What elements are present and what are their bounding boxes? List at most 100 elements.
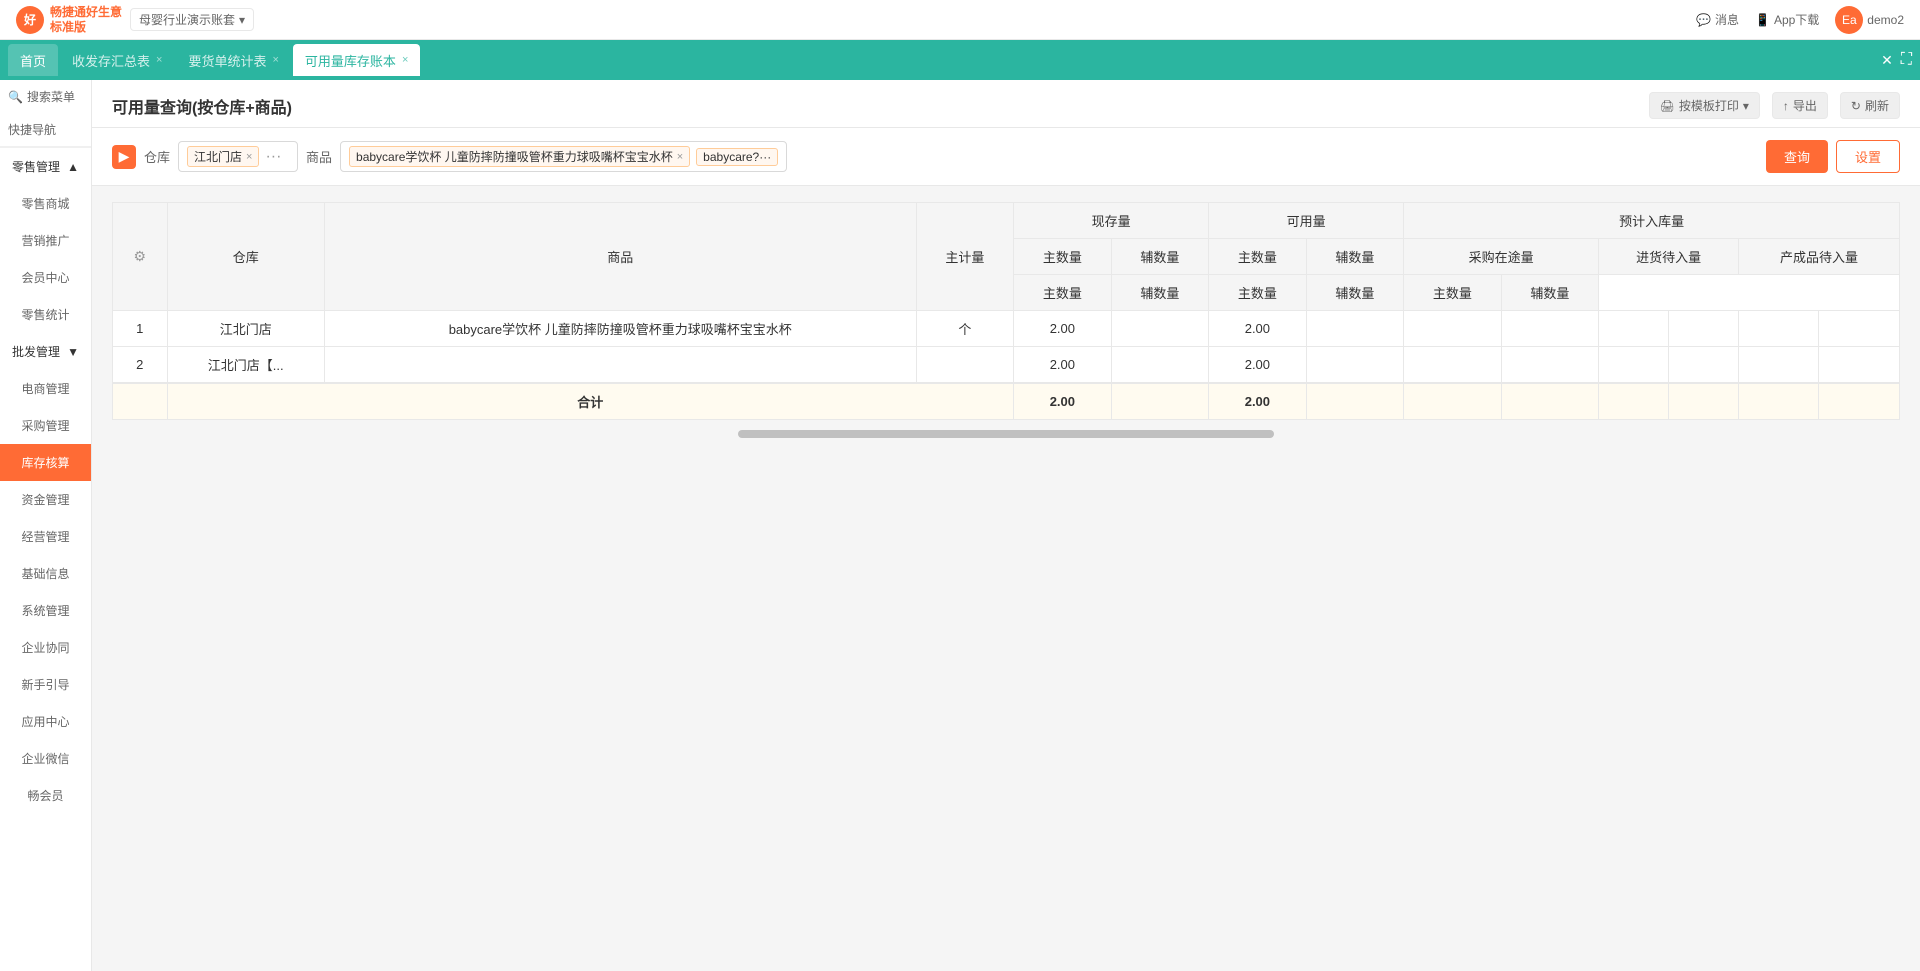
product-label: 商品 — [306, 147, 332, 166]
td-product: babycare学饮杯 儿童防摔防撞吸管杯重力球吸嘴杯宝宝水杯 — [324, 311, 916, 347]
td-avail-main: 2.00 — [1209, 347, 1307, 384]
refresh-button[interactable]: ↻ 刷新 — [1840, 92, 1900, 119]
download-icon: 📱 — [1755, 13, 1770, 27]
table-footer: 合计 2.00 2.00 — [113, 383, 1900, 420]
sidebar-item-ecommerce[interactable]: 电商管理 — [0, 370, 91, 407]
total-inc-main — [1599, 383, 1669, 420]
chevron-down-icon: ▾ — [239, 13, 245, 27]
filter-toggle-button[interactable]: ▶ — [112, 145, 136, 169]
horizontal-scrollbar[interactable] — [112, 428, 1900, 440]
logo-area: 好 畅捷通好生意 标准版 — [16, 5, 122, 34]
message-button[interactable]: 💬 消息 — [1696, 11, 1739, 28]
td-warehouse: 江北门店 — [167, 311, 324, 347]
table-row: 2 江北门店【... 2.00 2.00 — [113, 347, 1900, 384]
tab-close-icon[interactable]: × — [402, 54, 408, 66]
nav-close-all: ✕ ⛶ — [1881, 51, 1912, 69]
remove-warehouse-tag[interactable]: × — [246, 151, 252, 163]
user-profile[interactable]: Ea demo2 — [1835, 6, 1904, 34]
th-avail-main: 主数量 — [1209, 239, 1307, 275]
close-all-icon[interactable]: ✕ — [1881, 52, 1893, 69]
sidebar-item-vip-member[interactable]: 畅会员 — [0, 777, 91, 814]
print-template-button[interactable]: 🖨 按模板打印 ▾ — [1649, 92, 1760, 119]
tab-available-stock[interactable]: 可用量库存账本 × — [293, 44, 420, 76]
th-stock-aux: 辅数量 — [1111, 239, 1209, 275]
total-prod-main — [1738, 383, 1818, 420]
td-warehouse: 江北门店【... — [167, 347, 324, 384]
arrow-icon: ▼ — [67, 345, 79, 359]
sidebar-item-retail-stats[interactable]: 零售统计 — [0, 296, 91, 333]
td-prod-main — [1738, 347, 1818, 384]
sidebar-item-system-mgmt[interactable]: 系统管理 — [0, 592, 91, 629]
tab-collect-pay[interactable]: 收发存汇总表 × — [60, 44, 174, 76]
remove-product-tag1[interactable]: × — [677, 151, 683, 163]
total-pur-main — [1404, 383, 1502, 420]
content-area: 可用量查询(按仓库+商品) 🖨 按模板打印 ▾ ↑ 导出 ↻ 刷新 ▶ — [92, 80, 1920, 971]
query-button[interactable]: 查询 — [1766, 140, 1828, 173]
product-input[interactable]: babycare学饮杯 儿童防摔防撞吸管杯重力球吸嘴杯宝宝水杯 × babyca… — [340, 141, 787, 172]
industry-selector[interactable]: 母婴行业演示账套 ▾ — [130, 8, 254, 31]
td-stock-aux — [1111, 311, 1209, 347]
page-header: 可用量查询(按仓库+商品) 🖨 按模板打印 ▾ ↑ 导出 ↻ 刷新 — [92, 80, 1920, 128]
expand-icon[interactable]: ⛶ — [1901, 51, 1912, 69]
td-inc-main — [1599, 311, 1669, 347]
sidebar-quick-nav[interactable]: 快捷导航 — [0, 113, 91, 146]
sidebar-item-purchase-mgmt[interactable]: 采购管理 — [0, 407, 91, 444]
th-settings[interactable]: ⚙ — [113, 203, 168, 311]
th-pur-main: 主数量 — [1014, 275, 1112, 311]
total-label: 合计 — [167, 383, 1014, 420]
td-prod-main — [1738, 311, 1818, 347]
th-product: 商品 — [324, 203, 916, 311]
table-row: 1 江北门店 babycare学饮杯 儿童防摔防撞吸管杯重力球吸嘴杯宝宝水杯 个… — [113, 311, 1900, 347]
td-avail-aux — [1306, 347, 1404, 384]
td-avail-aux — [1306, 311, 1404, 347]
data-table: ⚙ 仓库 商品 主计量 现存量 可用量 预计入库量 主数量 辅数量 主数量 辅数… — [112, 202, 1900, 420]
th-available-group: 可用量 — [1209, 203, 1404, 239]
total-avail-main: 2.00 — [1209, 383, 1307, 420]
sidebar-item-enterprise[interactable]: 企业协同 — [0, 629, 91, 666]
app-download-button[interactable]: 📱 App下载 — [1755, 11, 1819, 28]
total-stock-aux — [1111, 383, 1209, 420]
more-options-icon[interactable]: ··· — [265, 148, 281, 166]
header-actions: 🖨 按模板打印 ▾ ↑ 导出 ↻ 刷新 — [1649, 92, 1900, 119]
tab-home[interactable]: 首页 — [8, 44, 58, 76]
total-inc-aux — [1669, 383, 1739, 420]
sidebar-item-basic-info[interactable]: 基础信息 — [0, 555, 91, 592]
export-button[interactable]: ↑ 导出 — [1772, 92, 1828, 119]
tab-order-stats[interactable]: 要货单统计表 × — [176, 44, 290, 76]
tab-close-icon[interactable]: × — [272, 54, 278, 66]
top-bar: 好 畅捷通好生意 标准版 母婴行业演示账套 ▾ 💬 消息 📱 App下载 Ea … — [0, 0, 1920, 40]
sidebar-item-retail-shop[interactable]: 零售商城 — [0, 185, 91, 222]
sidebar-item-new-guide[interactable]: 新手引导 — [0, 666, 91, 703]
sidebar-item-inventory[interactable]: 库存核算 — [0, 444, 91, 481]
total-empty — [113, 383, 168, 420]
th-stock-main: 主数量 — [1014, 239, 1112, 275]
sidebar-search[interactable]: 🔍 搜索菜单 — [0, 80, 91, 113]
th-incoming-group: 预计入库量 — [1404, 203, 1900, 239]
tab-close-icon[interactable]: × — [156, 54, 162, 66]
td-product — [324, 347, 916, 384]
settings-icon[interactable]: ⚙ — [133, 248, 146, 264]
td-index: 2 — [113, 347, 168, 384]
top-bar-left: 好 畅捷通好生意 标准版 母婴行业演示账套 ▾ — [16, 5, 254, 34]
sidebar-item-app-center[interactable]: 应用中心 — [0, 703, 91, 740]
sidebar-item-member-center[interactable]: 会员中心 — [0, 259, 91, 296]
sidebar-item-wholesale-mgmt[interactable]: 批发管理 ▼ — [0, 333, 91, 370]
filter-area: ▶ 仓库 江北门店 × ··· 商品 babycare学饮杯 儿童防摔防撞吸管杯… — [92, 128, 1920, 186]
arrow-icon: ▲ — [67, 160, 79, 174]
td-pur-main — [1404, 347, 1502, 384]
export-icon: ↑ — [1783, 99, 1789, 113]
sidebar-item-operations[interactable]: 经营管理 — [0, 518, 91, 555]
sidebar-item-retail-mgmt[interactable]: 零售管理 ▲ — [0, 148, 91, 185]
sidebar-item-enterprise-wechat[interactable]: 企业微信 — [0, 740, 91, 777]
th-production-group: 产成品待入量 — [1738, 239, 1899, 275]
th-avail-aux: 辅数量 — [1306, 239, 1404, 275]
top-bar-right: 💬 消息 📱 App下载 Ea demo2 — [1696, 6, 1904, 34]
setting-button[interactable]: 设置 — [1836, 140, 1900, 173]
th-pur-aux: 辅数量 — [1111, 275, 1209, 311]
sidebar-item-finance[interactable]: 资金管理 — [0, 481, 91, 518]
sidebar-item-marketing[interactable]: 营销推广 — [0, 222, 91, 259]
warehouse-input[interactable]: 江北门店 × ··· — [178, 141, 298, 172]
td-prod-aux — [1819, 347, 1900, 384]
th-prod-main: 主数量 — [1404, 275, 1502, 311]
th-prod-aux: 辅数量 — [1501, 275, 1599, 311]
